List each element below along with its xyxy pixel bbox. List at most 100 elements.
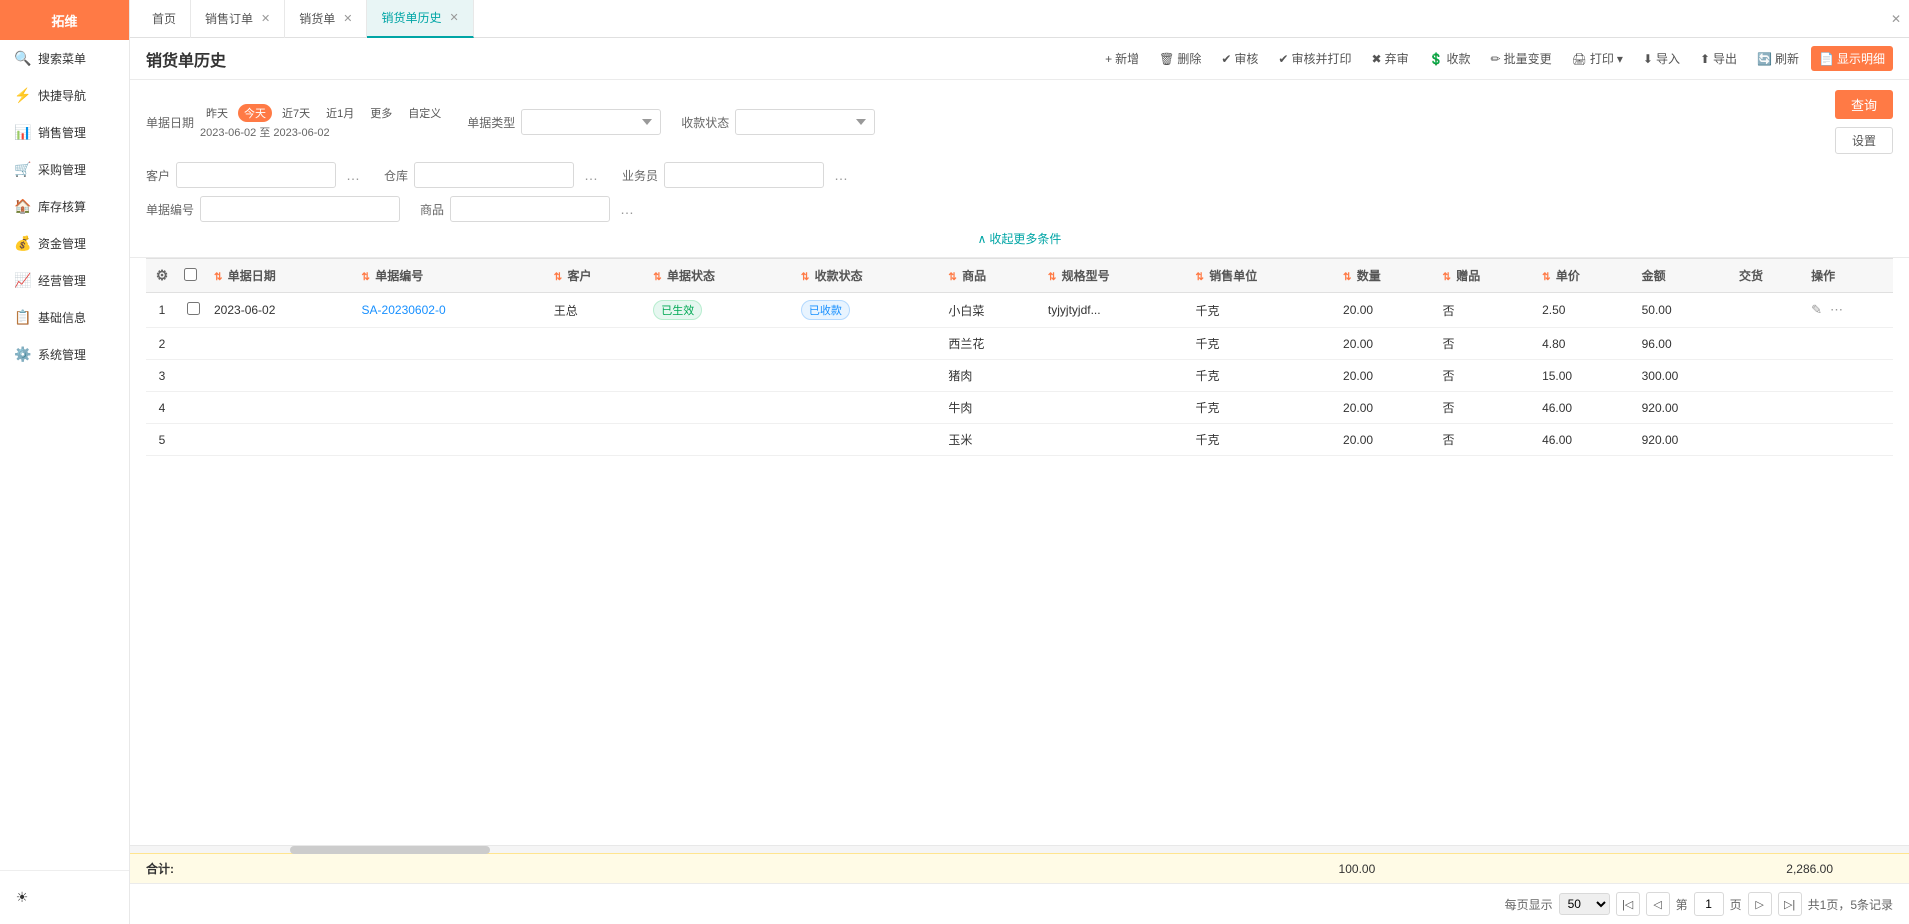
date-tag-1month[interactable]: 近1月 (320, 104, 360, 122)
page-size-select[interactable]: 20 50 100 (1559, 893, 1610, 915)
import-button[interactable]: ⬇ 导入 (1635, 46, 1688, 71)
cell-trade (1733, 293, 1805, 328)
date-tag-7days[interactable]: 近7天 (276, 104, 316, 122)
date-tag-yesterday[interactable]: 昨天 (200, 104, 234, 122)
filter-warehouse-input[interactable] (414, 162, 574, 188)
horizontal-scrollbar[interactable] (130, 845, 1909, 853)
abandon-button[interactable]: ✖ 弃审 (1364, 46, 1417, 71)
tab-sales-goods[interactable]: 销货单 ✕ (285, 0, 367, 38)
col-spec[interactable]: ⇅ 规格型号 (1042, 259, 1190, 293)
filter-customer-input[interactable] (176, 162, 336, 188)
sidebar-item-search-menu[interactable]: 🔍 搜索菜单 (0, 40, 129, 77)
col-doc-no[interactable]: ⇅ 单据编号 (356, 259, 548, 293)
sidebar-bottom-btn1[interactable]: ☀ (0, 879, 129, 916)
tab-sales-history-close[interactable]: ✕ (450, 11, 459, 24)
filter-docno-group: 单据编号 (146, 196, 400, 222)
col-gear[interactable]: ⚙ (146, 259, 178, 293)
filter-docno-input[interactable] (200, 196, 400, 222)
col-doc-date[interactable]: ⇅ 单据日期 (208, 259, 356, 293)
delete-button[interactable]: 🗑 删除 (1151, 46, 1209, 71)
tab-sales-order-label: 销售订单 (205, 10, 253, 27)
col-unit[interactable]: ⇅ 销售单位 (1189, 259, 1337, 293)
collapse-more-btn[interactable]: ∧ 收起更多条件 (978, 230, 1062, 247)
sidebar-item-fund-mgmt[interactable]: 💰 资金管理 (0, 225, 129, 262)
next-page-button[interactable]: ▷ (1748, 892, 1772, 916)
collapse-more-icon: ∧ (978, 232, 987, 246)
filter-staff-input[interactable] (664, 162, 824, 188)
filter-actions: 查询 设置 (1835, 90, 1893, 154)
cell-checkbox (178, 293, 208, 328)
warehouse-ellipsis[interactable]: … (580, 167, 602, 183)
date-tags-row: 昨天 今天 近7天 近1月 更多 自定义 (200, 104, 447, 122)
date-tag-custom[interactable]: 自定义 (402, 104, 447, 122)
filter-doctype-select[interactable] (521, 109, 661, 135)
cell-checkbox (178, 328, 208, 360)
col-doc-status[interactable]: ⇅ 单据状态 (647, 259, 795, 293)
date-tag-today[interactable]: 今天 (238, 104, 272, 122)
filter-paystatus-select[interactable] (735, 109, 875, 135)
print-button[interactable]: 🖨 打印 ▾ (1564, 46, 1631, 71)
cell-pay-status (795, 328, 943, 360)
sidebar-item-basic-info[interactable]: 📋 基础信息 (0, 299, 129, 336)
filter-goods-input[interactable] (450, 196, 610, 222)
collect-button[interactable]: 💲 收款 (1421, 46, 1479, 71)
cell-doc-no (356, 328, 548, 360)
tab-bar-close-all[interactable]: ✕ (1891, 12, 1901, 26)
audit-print-label: 审核并打印 (1291, 50, 1351, 67)
col-pay-status[interactable]: ⇅ 收款状态 (795, 259, 943, 293)
cell-doc-no (356, 392, 548, 424)
edit-icon[interactable]: ✎ (1811, 302, 1822, 318)
sidebar-item-quick-nav[interactable]: ⚡ 快捷导航 (0, 77, 129, 114)
tab-sales-order-close[interactable]: ✕ (261, 12, 270, 25)
sidebar-item-inventory[interactable]: 🏠 库存核算 (0, 188, 129, 225)
setting-button[interactable]: 设置 (1835, 127, 1893, 154)
row-checkbox[interactable] (187, 302, 200, 315)
query-button[interactable]: 查询 (1835, 90, 1893, 119)
sidebar-item-purchase-mgmt[interactable]: 🛒 采购管理 (0, 151, 129, 188)
select-all-checkbox[interactable] (184, 268, 197, 281)
show-detail-button[interactable]: 📄 显示明细 (1811, 46, 1893, 71)
collect-label: 收款 (1447, 50, 1471, 67)
sidebar-item-sales-mgmt[interactable]: 📊 销售管理 (0, 114, 129, 151)
add-button[interactable]: + 新增 (1097, 46, 1147, 71)
last-page-button[interactable]: ▷| (1778, 892, 1802, 916)
sidebar-item-sys-mgmt[interactable]: ⚙️ 系统管理 (0, 336, 129, 373)
col-customer[interactable]: ⇅ 客户 (548, 259, 648, 293)
tab-sales-history[interactable]: 销货单历史 ✕ (367, 0, 473, 38)
filter-date-tags: 昨天 今天 近7天 近1月 更多 自定义 2023-06-02 至 2023-0… (200, 104, 447, 140)
col-goods[interactable]: ⇅ 商品 (942, 259, 1042, 293)
export-button[interactable]: ⬆ 导出 (1692, 46, 1745, 71)
date-tag-more[interactable]: 更多 (364, 104, 398, 122)
doc-no-link[interactable]: SA-20230602-0 (362, 303, 446, 317)
scrollbar-thumb[interactable] (290, 846, 490, 854)
tab-home[interactable]: 首页 (138, 0, 191, 38)
staff-ellipsis[interactable]: … (830, 167, 852, 183)
cell-goods: 西兰花 (942, 328, 1042, 360)
sales-icon: 📊 (14, 124, 30, 141)
col-gift[interactable]: ⇅ 赠品 (1437, 259, 1537, 293)
cell-ops (1805, 360, 1893, 392)
tab-sales-order[interactable]: 销售订单 ✕ (191, 0, 285, 38)
audit-button[interactable]: ✔ 审核 (1213, 46, 1266, 71)
customer-ellipsis[interactable]: … (342, 167, 364, 183)
abandon-label: 弃审 (1385, 50, 1409, 67)
filter-staff-group: 业务员 … (622, 162, 852, 188)
tab-home-label: 首页 (152, 10, 176, 27)
more-icon[interactable]: ⋯ (1830, 302, 1843, 318)
quick-nav-icon: ⚡ (14, 87, 30, 104)
prev-page-button[interactable]: ◁ (1646, 892, 1670, 916)
current-page-input[interactable] (1694, 892, 1724, 916)
sidebar-item-ops-mgmt[interactable]: 📈 经营管理 (0, 262, 129, 299)
first-page-button[interactable]: |◁ (1616, 892, 1640, 916)
col-price[interactable]: ⇅ 单价 (1536, 259, 1636, 293)
filter-row-2: 客户 … 仓库 … 业务员 … (146, 162, 1893, 188)
col-qty[interactable]: ⇅ 数量 (1337, 259, 1437, 293)
batch-change-button[interactable]: ✏ 批量变更 (1483, 46, 1560, 71)
table-gear-icon[interactable]: ⚙ (156, 267, 169, 283)
refresh-button[interactable]: 🔄 刷新 (1749, 46, 1807, 71)
page-label: 第 (1676, 896, 1688, 913)
goods-ellipsis[interactable]: … (616, 201, 638, 217)
tab-sales-goods-close[interactable]: ✕ (343, 12, 352, 25)
cell-unit: 千克 (1189, 360, 1337, 392)
audit-print-button[interactable]: ✔ 审核并打印 (1270, 46, 1359, 71)
